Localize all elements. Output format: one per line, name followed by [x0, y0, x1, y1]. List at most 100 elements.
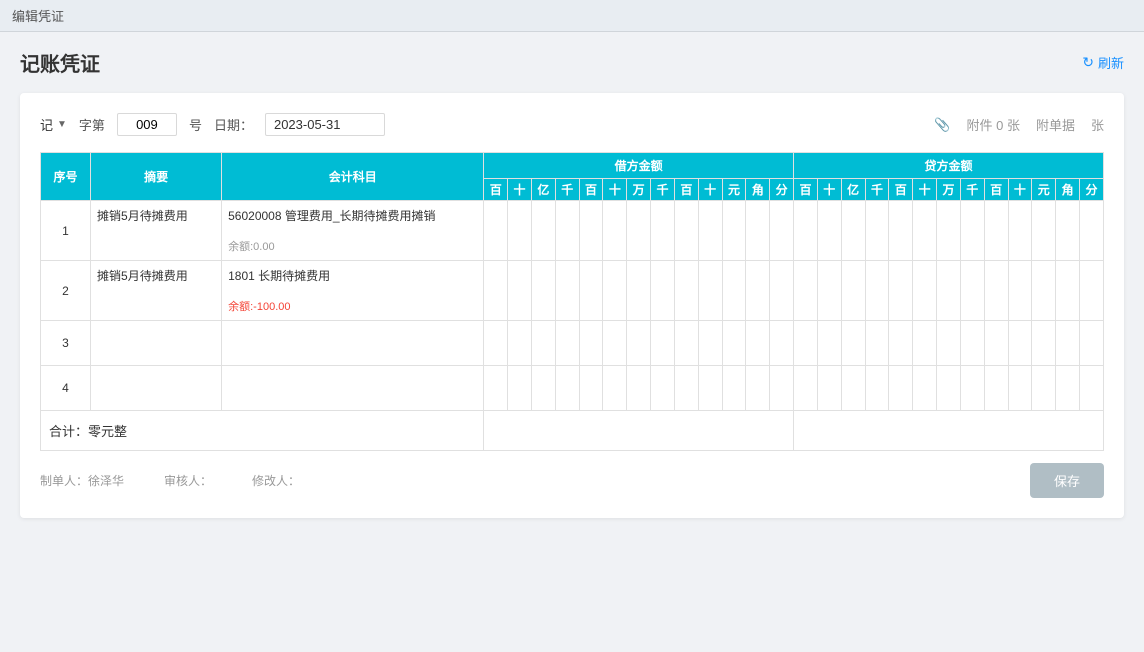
row-1-credit-3[interactable]: [841, 201, 865, 261]
row-4-debit-4[interactable]: [555, 366, 579, 411]
row-3-debit-10[interactable]: [698, 321, 722, 366]
row-1-credit-13[interactable]: [1080, 201, 1104, 261]
row-2-credit-4[interactable]: [865, 261, 889, 321]
row-2-credit-3[interactable]: [841, 261, 865, 321]
row-2-credit-9[interactable]: [984, 261, 1008, 321]
row-4-credit-4[interactable]: [865, 366, 889, 411]
row-4-debit-7[interactable]: [627, 366, 651, 411]
row-1-debit-4[interactable]: [555, 201, 579, 261]
voucher-number-input[interactable]: [117, 113, 177, 136]
row-3-credit-7[interactable]: [937, 321, 961, 366]
row-3-credit-11[interactable]: [1032, 321, 1056, 366]
row-3-credit-2[interactable]: [817, 321, 841, 366]
table-row[interactable]: 2摊销5月待摊费用1801 长期待摊费用余额:-100.00: [41, 261, 1104, 321]
row-2-credit-11[interactable]: [1032, 261, 1056, 321]
row-3-debit-6[interactable]: [603, 321, 627, 366]
row-3-credit-9[interactable]: [984, 321, 1008, 366]
row-3-debit-11[interactable]: [722, 321, 746, 366]
row-2-debit-2[interactable]: [508, 261, 532, 321]
row-4-debit-13[interactable]: [770, 366, 794, 411]
row-2-debit-13[interactable]: [770, 261, 794, 321]
row-3-debit-9[interactable]: [674, 321, 698, 366]
row-1-credit-1[interactable]: [794, 201, 818, 261]
row-4-credit-9[interactable]: [984, 366, 1008, 411]
refresh-button[interactable]: ↻ 刷新: [1082, 53, 1124, 72]
row-3-account[interactable]: [222, 321, 484, 366]
attachment-label[interactable]: 附件 0 张: [967, 115, 1020, 134]
row-2-credit-2[interactable]: [817, 261, 841, 321]
row-3-credit-12[interactable]: [1056, 321, 1080, 366]
row-4-credit-3[interactable]: [841, 366, 865, 411]
voucher-type-select[interactable]: 记 ▼: [40, 115, 67, 134]
row-2-debit-1[interactable]: [484, 261, 508, 321]
row-1-credit-7[interactable]: [937, 201, 961, 261]
row-4-debit-1[interactable]: [484, 366, 508, 411]
row-2-debit-12[interactable]: [746, 261, 770, 321]
row-4-debit-12[interactable]: [746, 366, 770, 411]
row-3-debit-4[interactable]: [555, 321, 579, 366]
row-1-debit-6[interactable]: [603, 201, 627, 261]
row-2-debit-3[interactable]: [531, 261, 555, 321]
row-3-debit-5[interactable]: [579, 321, 603, 366]
row-4-credit-6[interactable]: [913, 366, 937, 411]
row-1-debit-2[interactable]: [508, 201, 532, 261]
row-3-credit-3[interactable]: [841, 321, 865, 366]
row-3-credit-13[interactable]: [1080, 321, 1104, 366]
row-1-debit-7[interactable]: [627, 201, 651, 261]
row-2-debit-6[interactable]: [603, 261, 627, 321]
row-3-credit-4[interactable]: [865, 321, 889, 366]
row-2-debit-9[interactable]: [674, 261, 698, 321]
row-1-debit-13[interactable]: [770, 201, 794, 261]
row-4-summary[interactable]: [91, 366, 222, 411]
row-2-debit-4[interactable]: [555, 261, 579, 321]
row-3-debit-7[interactable]: [627, 321, 651, 366]
table-row[interactable]: 1摊销5月待摊费用56020008 管理费用_长期待摊费用摊销余额:0.00: [41, 201, 1104, 261]
row-3-credit-6[interactable]: [913, 321, 937, 366]
row-4-debit-5[interactable]: [579, 366, 603, 411]
row-3-credit-10[interactable]: [1008, 321, 1032, 366]
row-2-credit-1[interactable]: [794, 261, 818, 321]
row-1-credit-2[interactable]: [817, 201, 841, 261]
row-2-summary[interactable]: 摊销5月待摊费用: [91, 261, 222, 321]
row-4-account[interactable]: [222, 366, 484, 411]
row-4-credit-1[interactable]: [794, 366, 818, 411]
row-1-debit-8[interactable]: [651, 201, 675, 261]
row-4-credit-11[interactable]: [1032, 366, 1056, 411]
row-1-credit-4[interactable]: [865, 201, 889, 261]
row-4-credit-10[interactable]: [1008, 366, 1032, 411]
row-4-debit-9[interactable]: [674, 366, 698, 411]
row-4-credit-12[interactable]: [1056, 366, 1080, 411]
row-4-credit-8[interactable]: [960, 366, 984, 411]
row-4-debit-10[interactable]: [698, 366, 722, 411]
row-4-debit-6[interactable]: [603, 366, 627, 411]
row-2-credit-5[interactable]: [889, 261, 913, 321]
row-1-credit-11[interactable]: [1032, 201, 1056, 261]
row-3-credit-1[interactable]: [794, 321, 818, 366]
row-3-debit-3[interactable]: [531, 321, 555, 366]
row-4-debit-11[interactable]: [722, 366, 746, 411]
row-4-credit-2[interactable]: [817, 366, 841, 411]
row-1-debit-10[interactable]: [698, 201, 722, 261]
row-2-debit-11[interactable]: [722, 261, 746, 321]
row-4-credit-13[interactable]: [1080, 366, 1104, 411]
row-2-debit-10[interactable]: [698, 261, 722, 321]
row-3-debit-8[interactable]: [651, 321, 675, 366]
row-3-debit-13[interactable]: [770, 321, 794, 366]
row-2-credit-13[interactable]: [1080, 261, 1104, 321]
save-button[interactable]: 保存: [1030, 463, 1104, 498]
row-1-credit-10[interactable]: [1008, 201, 1032, 261]
row-4-debit-3[interactable]: [531, 366, 555, 411]
row-2-account[interactable]: 1801 长期待摊费用余额:-100.00: [222, 261, 484, 321]
row-2-debit-7[interactable]: [627, 261, 651, 321]
row-1-summary[interactable]: 摊销5月待摊费用: [91, 201, 222, 261]
table-row[interactable]: 3: [41, 321, 1104, 366]
row-2-credit-10[interactable]: [1008, 261, 1032, 321]
row-2-credit-6[interactable]: [913, 261, 937, 321]
row-2-debit-8[interactable]: [651, 261, 675, 321]
row-1-account[interactable]: 56020008 管理费用_长期待摊费用摊销余额:0.00: [222, 201, 484, 261]
row-2-credit-7[interactable]: [937, 261, 961, 321]
row-2-credit-12[interactable]: [1056, 261, 1080, 321]
row-4-debit-2[interactable]: [508, 366, 532, 411]
row-3-debit-12[interactable]: [746, 321, 770, 366]
row-4-credit-5[interactable]: [889, 366, 913, 411]
